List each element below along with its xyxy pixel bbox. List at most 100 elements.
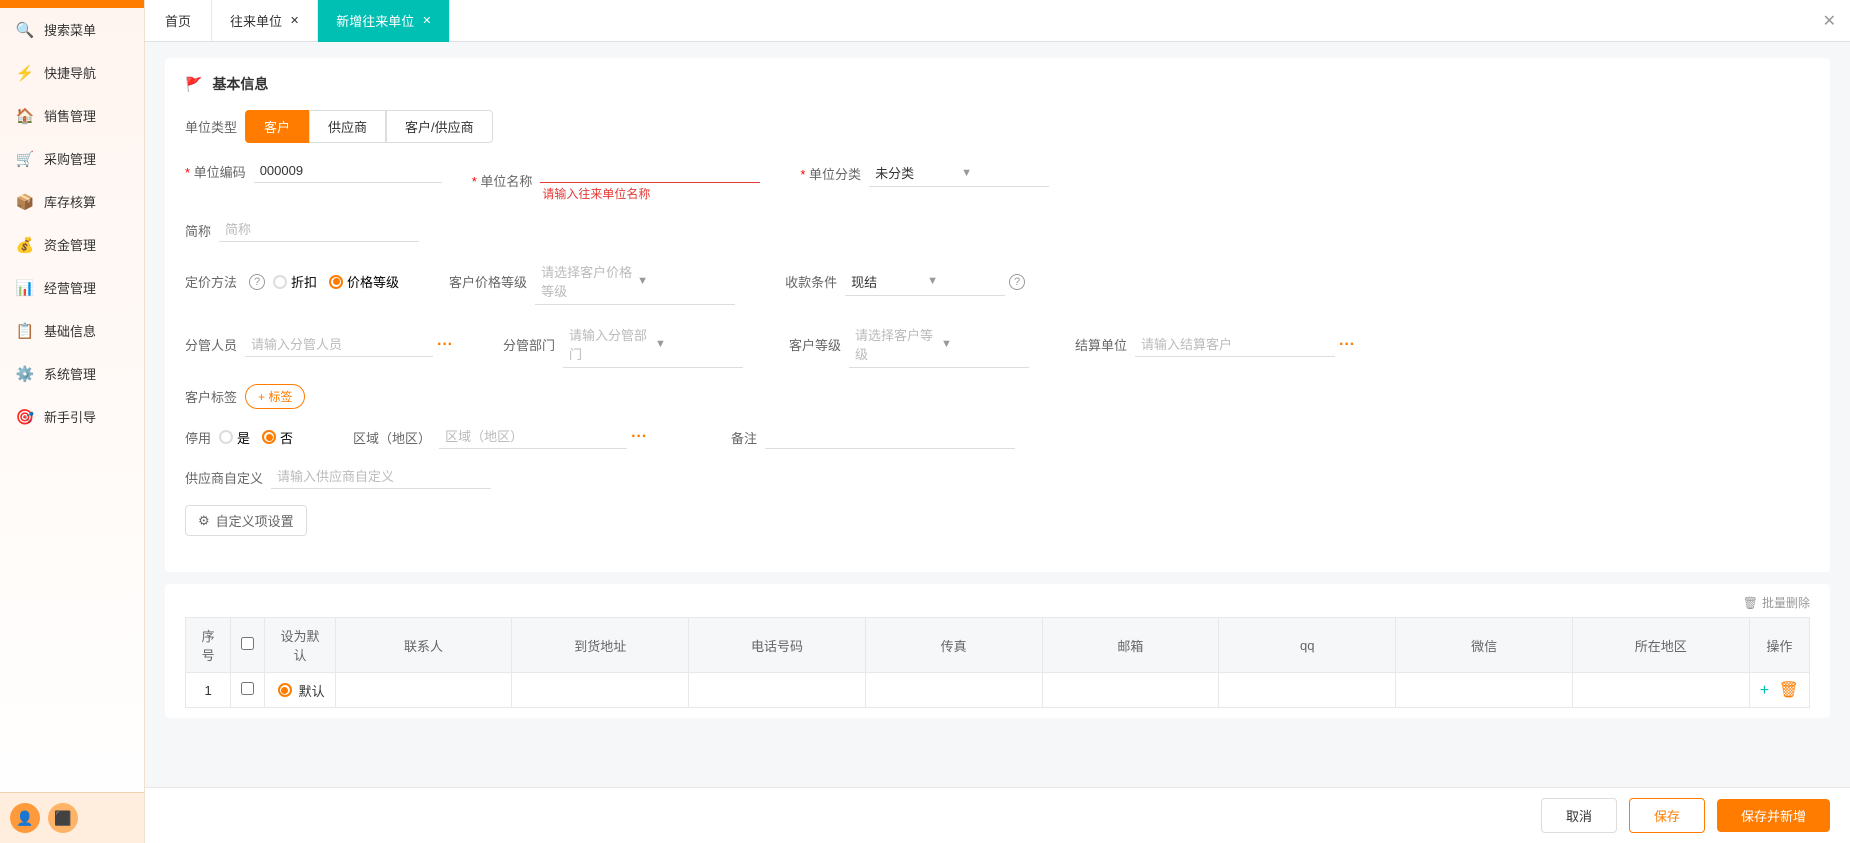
- default-radio-circle[interactable]: [278, 683, 292, 697]
- settlement-input[interactable]: [1135, 333, 1335, 357]
- customer-price-level-select[interactable]: 请选择客户价格等级 ▼: [535, 258, 735, 305]
- tab-partners[interactable]: 往来单位 ✕: [212, 0, 318, 42]
- row-contact: [335, 673, 512, 708]
- fax-input[interactable]: [876, 683, 1032, 698]
- chevron-down-icon: ▼: [961, 167, 1043, 179]
- custom-settings-row: ⚙ 自定义项设置: [185, 505, 1810, 536]
- payment-terms-field: 收款条件 现结 ▼ ?: [785, 268, 1025, 296]
- unit-type-customer-button[interactable]: 客户: [245, 110, 309, 143]
- add-row-button[interactable]: +: [1760, 682, 1769, 699]
- sidebar-item-label: 采购管理: [44, 149, 96, 168]
- chart-icon: 📊: [16, 279, 34, 297]
- save-and-new-button[interactable]: 保存并新增: [1717, 799, 1830, 832]
- col-contact: 联系人: [335, 618, 512, 673]
- sidebar-item-inventory[interactable]: 📦 库存核算: [0, 180, 144, 223]
- tab-new-partner[interactable]: 新增往来单位 ✕: [318, 0, 450, 42]
- yes-radio-circle: [219, 430, 233, 444]
- customer-level-select[interactable]: 请选择客户等级 ▼: [849, 321, 1029, 368]
- delete-row-button[interactable]: 🗑: [1779, 682, 1799, 699]
- table-row: 1 默认: [186, 673, 1810, 708]
- region-input[interactable]: [439, 425, 627, 449]
- row-phone: [689, 673, 866, 708]
- unit-type-supplier-button[interactable]: 供应商: [309, 110, 386, 143]
- disabled-no-radio[interactable]: 否: [262, 428, 293, 447]
- chevron-down-icon2: ▼: [637, 275, 729, 287]
- custom-settings-button[interactable]: ⚙ 自定义项设置: [185, 505, 307, 536]
- money-icon: 💰: [16, 236, 34, 254]
- pricing-row: 定价方法 ? 折扣 价格等级 客户价格等级: [185, 258, 1810, 305]
- sidebar-item-label: 搜索菜单: [44, 20, 96, 39]
- payment-terms-select[interactable]: 现结 ▼: [845, 268, 1005, 296]
- batch-delete-button[interactable]: 🗑 批量删除: [1743, 594, 1810, 611]
- manager-input[interactable]: [245, 333, 433, 357]
- address-input[interactable]: [522, 683, 678, 698]
- qq-input[interactable]: [1229, 683, 1385, 698]
- email-input[interactable]: [1053, 683, 1209, 698]
- pricing-discount-radio[interactable]: 折扣: [273, 272, 317, 291]
- contact-table: 序号 设为默认 联系人 到货地址 电话号码 传真 邮箱 qq 微信 所在地区 操…: [185, 617, 1810, 708]
- department-field: 分管部门 请输入分管部门 ▼: [503, 321, 743, 368]
- col-region: 所在地区: [1572, 618, 1749, 673]
- tag-field: 客户标签 + 标签: [185, 384, 305, 409]
- manager-more-button[interactable]: ···: [433, 336, 457, 354]
- disabled-region-row: 停用 是 否 区域（地区） ···: [185, 425, 1810, 449]
- contact-input[interactable]: [346, 683, 502, 698]
- cancel-button[interactable]: 取消: [1541, 798, 1617, 833]
- sidebar-item-guide[interactable]: 🎯 新手引导: [0, 395, 144, 438]
- col-fax: 传真: [865, 618, 1042, 673]
- close-new-partner-tab-icon[interactable]: ✕: [422, 14, 431, 27]
- supplier-custom-row: 供应商自定义: [185, 465, 1810, 489]
- unit-code-input[interactable]: [254, 159, 442, 183]
- department-select[interactable]: 请输入分管部门 ▼: [563, 321, 743, 368]
- manager-row: 分管人员 ··· 分管部门 请输入分管部门 ▼ 客户等级 请选择客户等级 ▼: [185, 321, 1810, 368]
- sidebar-item-operations[interactable]: 📊 经营管理: [0, 266, 144, 309]
- row-seq: 1: [186, 673, 231, 708]
- alias-label: 简称: [185, 221, 211, 240]
- unit-name-input[interactable]: [540, 159, 760, 183]
- sidebar-item-search[interactable]: 🔍 搜索菜单: [0, 8, 144, 51]
- settlement-more-button[interactable]: ···: [1335, 336, 1359, 354]
- customer-level-field: 客户等级 请选择客户等级 ▼: [789, 321, 1029, 368]
- sidebar-item-sales[interactable]: 🏠 销售管理: [0, 94, 144, 137]
- add-tag-button[interactable]: + 标签: [245, 384, 305, 409]
- box-icon: 📦: [16, 193, 34, 211]
- phone-input[interactable]: [699, 683, 855, 698]
- customer-level-label: 客户等级: [789, 335, 841, 354]
- price-level-label: 价格等级: [347, 272, 399, 291]
- pricing-level-radio[interactable]: 价格等级: [329, 272, 399, 291]
- sidebar-item-label: 系统管理: [44, 364, 96, 383]
- sidebar-item-quick-nav[interactable]: ⚡ 快捷导航: [0, 51, 144, 94]
- close-all-tabs-button[interactable]: ✕: [1809, 11, 1850, 31]
- row-region-input[interactable]: [1583, 683, 1739, 698]
- payment-help-icon[interactable]: ?: [1009, 274, 1025, 290]
- guide-icon: 🎯: [16, 408, 34, 426]
- close-partners-tab-icon[interactable]: ✕: [290, 14, 299, 27]
- select-all-checkbox[interactable]: [241, 637, 254, 650]
- row-select-checkbox[interactable]: [241, 682, 254, 695]
- tab-home[interactable]: 首页: [145, 0, 212, 42]
- department-label: 分管部门: [503, 335, 555, 354]
- sidebar-item-label: 销售管理: [44, 106, 96, 125]
- row-default: 默认: [265, 673, 335, 708]
- save-button[interactable]: 保存: [1629, 798, 1705, 833]
- sidebar-item-purchase[interactable]: 🛒 采购管理: [0, 137, 144, 180]
- region-more-button[interactable]: ···: [627, 428, 651, 446]
- wechat-input[interactable]: [1406, 683, 1562, 698]
- settings-quick-icon[interactable]: ⬛: [48, 803, 78, 833]
- user-avatar[interactable]: 👤: [10, 803, 40, 833]
- code-name-category-row: 单位编码 单位名称 请输入往来单位名称 单位分类 未分类 ▼: [185, 159, 1810, 202]
- alias-input[interactable]: [219, 218, 419, 242]
- customer-price-level-label: 客户价格等级: [449, 272, 527, 291]
- sidebar-item-system[interactable]: ⚙️ 系统管理: [0, 352, 144, 395]
- sidebar-item-label: 资金管理: [44, 235, 96, 254]
- search-icon: 🔍: [16, 21, 34, 39]
- remark-input[interactable]: [765, 425, 1015, 449]
- unit-category-select[interactable]: 未分类 ▼: [869, 159, 1049, 187]
- supplier-custom-input[interactable]: [271, 465, 491, 489]
- sidebar-item-basic-info[interactable]: 📋 基础信息: [0, 309, 144, 352]
- unit-type-both-button[interactable]: 客户/供应商: [386, 110, 493, 143]
- disabled-yes-radio[interactable]: 是: [219, 428, 250, 447]
- col-default: 设为默认: [265, 618, 335, 673]
- sidebar-item-finance[interactable]: 💰 资金管理: [0, 223, 144, 266]
- pricing-help-icon[interactable]: ?: [249, 274, 265, 290]
